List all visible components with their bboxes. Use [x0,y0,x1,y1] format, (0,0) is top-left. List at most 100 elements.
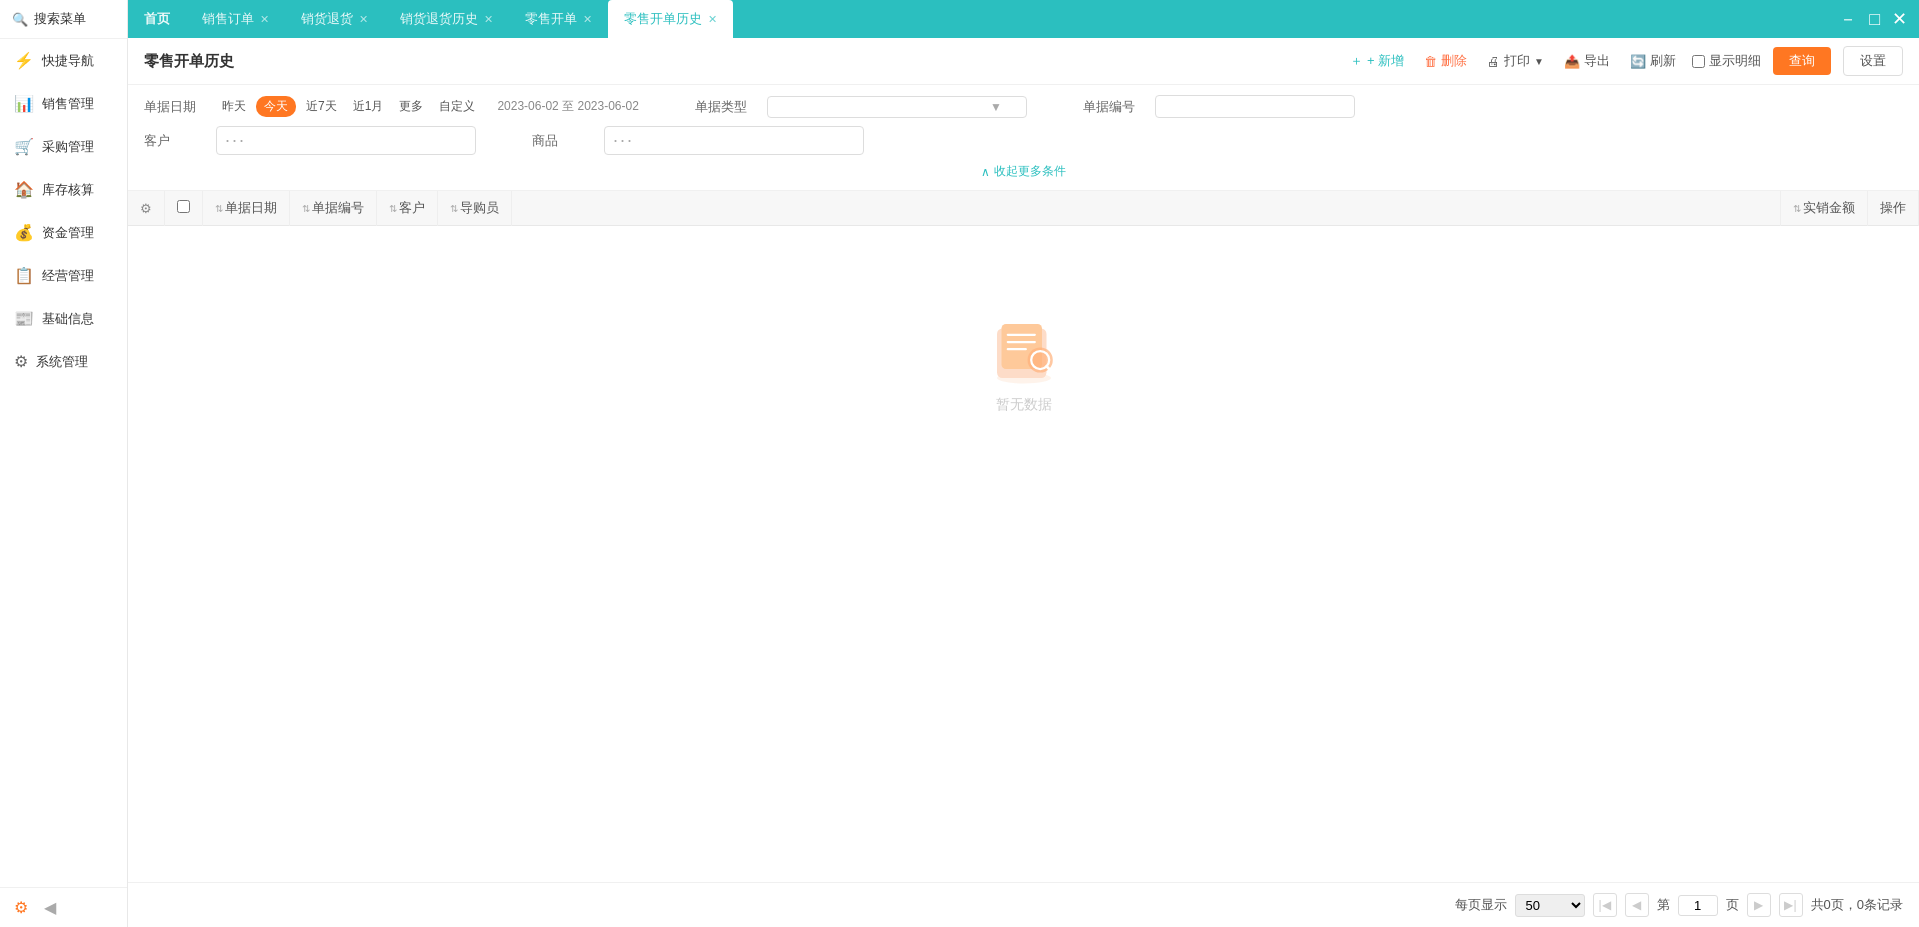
date-from: 2023-06-02 [497,99,558,113]
tab-sales-order-close[interactable]: ✕ [260,13,269,26]
settings-bottom-icon[interactable]: ⚙ [14,898,28,917]
tab-sales-return-history-label: 销货退货历史 [400,10,478,28]
total-info: 共0页，0条记录 [1811,896,1903,914]
operation-column-label: 操作 [1880,200,1906,215]
number-filter-label: 单据编号 [1083,98,1139,116]
product-filter-select[interactable]: ··· [604,126,864,155]
filter-row-1: 单据日期 昨天 今天 近7天 近1月 更多 自定义 2023-06-02 至 2… [144,95,1903,118]
select-all-checkbox[interactable] [177,200,190,213]
sidebar-item-sales-mgmt[interactable]: 📊 销售管理 [0,82,127,125]
sidebar-item-basic-info[interactable]: 📰 基础信息 [0,297,127,340]
tab-retail-open[interactable]: 零售开单 ✕ [509,0,608,38]
add-icon: ＋ [1350,52,1363,70]
next-page-btn[interactable]: ▶ [1747,893,1771,917]
tab-home-label: 首页 [144,10,170,28]
settings-column-header[interactable]: ⚙ [128,191,165,226]
tab-retail-open-close[interactable]: ✕ [583,13,592,26]
sidebar-search[interactable]: 🔍 搜索菜单 [0,0,127,39]
sidebar-item-operations[interactable]: 📋 经营管理 [0,254,127,297]
number-filter-input[interactable] [1155,95,1355,118]
sidebar-item-purchase-mgmt[interactable]: 🛒 采购管理 [0,125,127,168]
last-month-btn[interactable]: 近1月 [347,96,390,117]
type-filter-select[interactable]: ▼ [767,96,1027,118]
more-btn[interactable]: 更多 [393,96,429,117]
date-column-header[interactable]: ⇅ 单据日期 [203,191,290,226]
customer-column-header[interactable]: ⇅ 客户 [377,191,438,226]
sidebar-bottom: ⚙ ◀ [0,887,127,927]
collapse-sidebar-icon[interactable]: ◀ [44,898,56,917]
page-input[interactable] [1678,895,1718,916]
collapse-filter-btn[interactable]: ∧ 收起更多条件 [144,163,1903,180]
product-filter-label: 商品 [532,132,588,150]
page-title: 零售开单历史 [144,52,234,71]
tab-sales-return-history[interactable]: 销货退货历史 ✕ [384,0,509,38]
filter-row-2: 客户 ··· 商品 ··· [144,126,1903,155]
sidebar: 🔍 搜索菜单 ⚡ 快捷导航 📊 销售管理 🛒 采购管理 🏠 库存核算 💰 资金管… [0,0,128,927]
tab-bar: 首页 销售订单 ✕ 销货退货 ✕ 销货退货历史 ✕ 零售开单 ✕ 零售开单历史 … [128,0,1919,38]
tab-sales-return-close[interactable]: ✕ [359,13,368,26]
sidebar-item-system-mgmt[interactable]: ⚙ 系统管理 [0,340,127,383]
date-column-label: 单据日期 [225,199,277,217]
tab-sales-return[interactable]: 销货退货 ✕ [285,0,384,38]
collapse-filter-label: 收起更多条件 [994,163,1066,180]
customer-filter-select[interactable]: ··· [216,126,476,155]
export-icon: 📤 [1564,54,1580,69]
tab-retail-history-close[interactable]: ✕ [708,13,717,26]
sidebar-item-finance[interactable]: 💰 资金管理 [0,211,127,254]
window-controls: － □ ✕ [1839,7,1907,31]
sidebar-item-inventory[interactable]: 🏠 库存核算 [0,168,127,211]
tab-sales-return-label: 销货退货 [301,10,353,28]
salesperson-column-header[interactable]: ⇅ 导购员 [438,191,512,226]
add-button[interactable]: ＋ + 新增 [1346,50,1408,72]
amount-column-label: 实销金额 [1803,199,1855,217]
refresh-button[interactable]: 🔄 刷新 [1626,50,1680,72]
query-button[interactable]: 查询 [1773,47,1831,75]
delete-label: 删除 [1441,52,1467,70]
last7-btn[interactable]: 近7天 [300,96,343,117]
setting-button[interactable]: 设置 [1843,46,1903,76]
salesperson-sort-icon: ⇅ [450,203,458,214]
tab-sales-order[interactable]: 销售订单 ✕ [186,0,285,38]
refresh-label: 刷新 [1650,52,1676,70]
delete-button[interactable]: 🗑 删除 [1420,50,1471,72]
data-table: ⚙ ⇅ 单据日期 ⇅ [128,191,1919,226]
table-settings-icon[interactable]: ⚙ [140,201,152,216]
print-button[interactable]: 🖨 打印 ▼ [1483,50,1548,72]
tab-home[interactable]: 首页 [128,0,186,38]
export-button[interactable]: 📤 导出 [1560,50,1614,72]
window-minimize-btn[interactable]: － [1839,7,1857,31]
page-suffix: 页 [1726,896,1739,914]
sidebar-item-quick-nav[interactable]: ⚡ 快捷导航 [0,39,127,82]
per-page-select[interactable]: 50 10 20 100 [1515,894,1585,917]
display-detail-label: 显示明细 [1709,52,1761,70]
empty-illustration [979,306,1069,396]
window-close-btn[interactable]: ✕ [1892,8,1907,30]
sidebar-item-label: 资金管理 [42,224,94,242]
tab-retail-history-label: 零售开单历史 [624,10,702,28]
display-detail-input[interactable] [1692,55,1705,68]
operation-column-header: 操作 [1868,191,1919,226]
print-arrow-icon: ▼ [1534,56,1544,67]
per-page-label: 每页显示 [1455,896,1507,914]
last-page-btn[interactable]: ▶| [1779,893,1803,917]
finance-icon: 💰 [14,223,34,242]
quick-nav-icon: ⚡ [14,51,34,70]
date-filter-label: 单据日期 [144,98,200,116]
custom-btn[interactable]: 自定义 [433,96,481,117]
customer-sort-icon: ⇅ [389,203,397,214]
tab-retail-history[interactable]: 零售开单历史 ✕ [608,0,733,38]
display-detail-checkbox[interactable]: 显示明细 [1692,52,1761,70]
checkbox-column-header[interactable] [165,191,203,226]
inventory-icon: 🏠 [14,180,34,199]
delete-icon: 🗑 [1424,54,1437,69]
first-page-btn[interactable]: |◀ [1593,893,1617,917]
yesterday-btn[interactable]: 昨天 [216,96,252,117]
number-column-header[interactable]: ⇅ 单据编号 [290,191,377,226]
print-label: 打印 [1504,52,1530,70]
tab-sales-return-history-close[interactable]: ✕ [484,13,493,26]
today-btn[interactable]: 今天 [256,96,296,117]
customer-placeholder: ··· [225,130,246,151]
amount-column-header[interactable]: ⇅ 实销金额 [1781,191,1868,226]
prev-page-btn[interactable]: ◀ [1625,893,1649,917]
window-maximize-btn[interactable]: □ [1869,9,1880,30]
